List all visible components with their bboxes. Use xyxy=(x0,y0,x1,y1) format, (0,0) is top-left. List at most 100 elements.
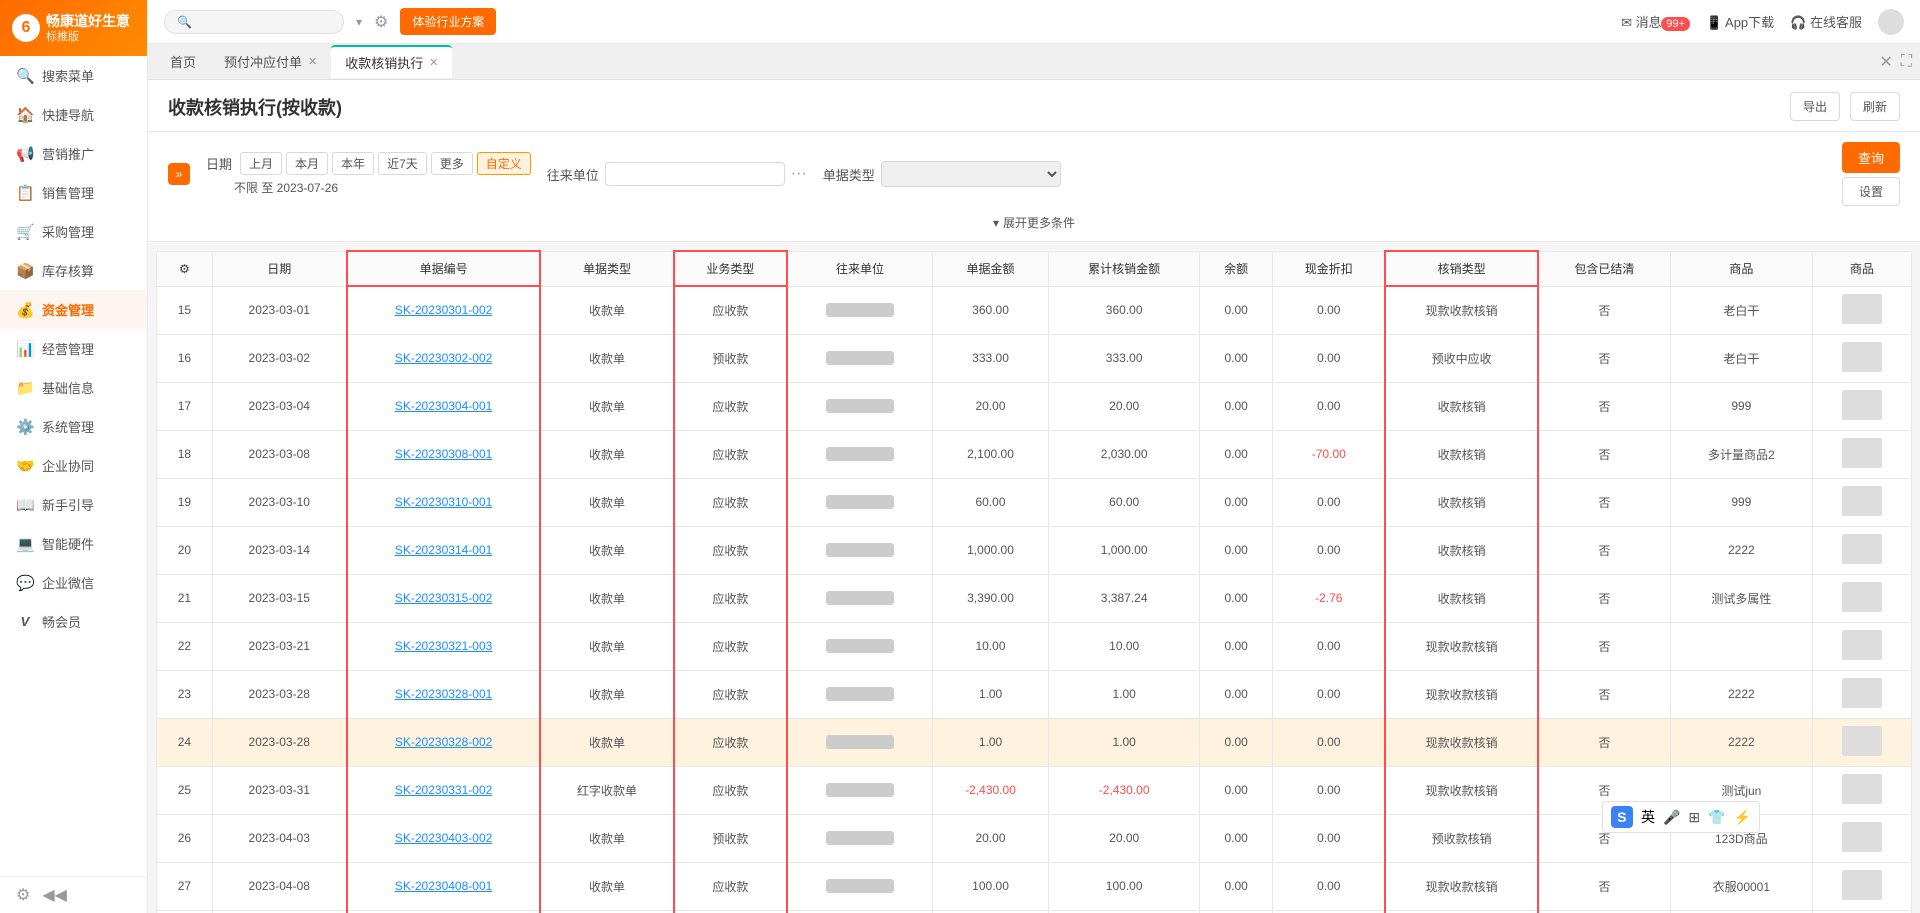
sidebar-item-operation[interactable]: 📊 经营管理 xyxy=(0,329,147,368)
row-balance: 0.00 xyxy=(1200,286,1273,334)
sidebar-logo: 6 畅康道好生意 标推版 xyxy=(0,0,147,56)
this-month-btn[interactable]: 本月 xyxy=(286,152,328,175)
table-row: 19 2023-03-10 SK-20230310-001 收款单 应收款 ██… xyxy=(157,478,1912,526)
row-written-off: 333.00 xyxy=(1049,334,1200,382)
row-bill-no: SK-20230310-001 xyxy=(347,478,541,526)
refresh-btn[interactable]: 刷新 xyxy=(1850,92,1900,121)
bill-no-link[interactable]: SK-20230328-001 xyxy=(395,687,492,701)
sidebar-item-member[interactable]: V 畅会员 xyxy=(0,602,147,641)
bill-no-link[interactable]: SK-20230301-002 xyxy=(395,303,492,317)
custom-btn[interactable]: 自定义 xyxy=(477,152,531,175)
row-incl: 否 xyxy=(1538,430,1670,478)
sidebar-item-hardware[interactable]: 💻 智能硬件 xyxy=(0,524,147,563)
bill-no-link[interactable]: SK-20230310-001 xyxy=(395,495,492,509)
tab-prepay[interactable]: 预付冲应付单 ✕ xyxy=(210,46,331,77)
sidebar-item-quick[interactable]: 🏠 快捷导航 xyxy=(0,95,147,134)
more-btn[interactable]: 更多 xyxy=(431,152,473,175)
row-num: 27 xyxy=(157,862,213,910)
tab-receipt-close[interactable]: ✕ xyxy=(429,56,438,69)
bill-no-link[interactable]: SK-20230331-002 xyxy=(395,783,492,797)
sidebar-item-system[interactable]: ⚙️ 系统管理 xyxy=(0,407,147,446)
bill-no-link[interactable]: SK-20230308-001 xyxy=(395,447,492,461)
finance-icon: 💰 xyxy=(16,301,34,319)
row-discount: 0.00 xyxy=(1273,862,1386,910)
row-balance: 0.00 xyxy=(1200,526,1273,574)
sidebar-item-wechat[interactable]: 💬 企业微信 xyxy=(0,563,147,602)
row-incl: 否 xyxy=(1538,286,1670,334)
bill-no-link[interactable]: SK-20230403-002 xyxy=(395,831,492,845)
filter-toggle-btn[interactable]: » xyxy=(168,163,190,185)
row-counterpart: ████████ xyxy=(787,334,932,382)
bill-no-link[interactable]: SK-20230302-002 xyxy=(395,351,492,365)
page-content: 收款核销执行(按收款) 导出 刷新 » 日期 上月 本月 xyxy=(148,80,1920,913)
row-goods2 xyxy=(1812,814,1911,862)
row-discount: 0.00 xyxy=(1273,670,1386,718)
row-amount: 20.00 xyxy=(932,382,1048,430)
sidebar-item-enterprise[interactable]: 🤝 企业协同 xyxy=(0,446,147,485)
bill-no-link[interactable]: SK-20230314-001 xyxy=(395,543,492,557)
tab-prepay-close[interactable]: ✕ xyxy=(308,55,317,68)
topbar-search[interactable]: 🔍 xyxy=(164,10,344,34)
row-goods2 xyxy=(1812,382,1911,430)
recent7-btn[interactable]: 近7天 xyxy=(378,152,427,175)
row-written-off: 1.00 xyxy=(1049,670,1200,718)
col-settings[interactable]: ⚙ xyxy=(157,251,213,286)
bill-no-link[interactable]: SK-20230408-001 xyxy=(395,879,492,893)
this-year-btn[interactable]: 本年 xyxy=(332,152,374,175)
industry-btn[interactable]: 体验行业方案 xyxy=(400,8,496,35)
user-avatar[interactable] xyxy=(1878,9,1904,35)
collapse-icon[interactable]: ◀◀ xyxy=(42,885,67,905)
sidebar-item-label: 企业协同 xyxy=(42,456,94,475)
settings-bottom-icon[interactable]: ⚙ xyxy=(16,885,30,905)
sidebar-item-inventory[interactable]: 📦 库存核算 xyxy=(0,251,147,290)
sidebar-item-search[interactable]: 🔍 搜索菜单 xyxy=(0,56,147,95)
expand-conditions-btn[interactable]: ▾ 展开更多条件 xyxy=(993,214,1075,231)
col-counterpart: 往来单位 xyxy=(787,251,932,286)
row-balance: 0.00 xyxy=(1200,670,1273,718)
messages-label[interactable]: ✉ 消息 99+ xyxy=(1621,12,1690,31)
expand-tab-icon[interactable]: ⛶ xyxy=(1901,53,1912,71)
row-counterpart: ████████ xyxy=(787,670,932,718)
sidebar-item-basic[interactable]: 📁 基础信息 xyxy=(0,368,147,407)
app-download-label[interactable]: 📱 App下载 xyxy=(1706,12,1774,31)
row-goods2 xyxy=(1812,574,1911,622)
export-btn[interactable]: 导出 xyxy=(1790,92,1840,121)
row-goods1: 2222 xyxy=(1670,670,1812,718)
sidebar-item-label: 经营管理 xyxy=(42,339,94,358)
close-tab-icon[interactable]: ✕ xyxy=(1879,52,1892,72)
bill-no-link[interactable]: SK-20230304-001 xyxy=(395,399,492,413)
topbar-gear-icon[interactable]: ⚙ xyxy=(374,12,388,32)
row-date: 2023-03-08 xyxy=(212,430,346,478)
row-counterpart: ████████ xyxy=(787,286,932,334)
logo-main: 畅康道好生意 xyxy=(46,12,130,30)
prev-month-btn[interactable]: 上月 xyxy=(240,152,282,175)
col-balance: 余额 xyxy=(1200,251,1273,286)
row-discount: 0.00 xyxy=(1273,718,1386,766)
row-goods1: 999 xyxy=(1670,382,1812,430)
bill-type-select[interactable] xyxy=(881,161,1061,187)
sidebar-item-guide[interactable]: 📖 新手引导 xyxy=(0,485,147,524)
sidebar-item-sales[interactable]: 📋 销售管理 xyxy=(0,173,147,212)
filter-settings-btn[interactable]: 设置 xyxy=(1842,177,1900,206)
row-counterpart: ████████ xyxy=(787,622,932,670)
row-amount: 1,000.00 xyxy=(932,526,1048,574)
row-incl: 否 xyxy=(1538,862,1670,910)
row-bill-type: 收款单 xyxy=(540,286,673,334)
bill-no-link[interactable]: SK-20230328-002 xyxy=(395,735,492,749)
counterpart-input[interactable] xyxy=(605,162,785,186)
tab-receipt[interactable]: 收款核销执行 ✕ xyxy=(331,45,452,78)
sidebar-item-marketing[interactable]: 📢 营销推广 xyxy=(0,134,147,173)
basic-icon: 📁 xyxy=(16,379,34,397)
topbar-chevron-icon[interactable]: ▾ xyxy=(356,15,362,29)
sidebar-item-purchase[interactable]: 🛒 采购管理 xyxy=(0,212,147,251)
row-incl: 否 xyxy=(1538,670,1670,718)
sidebar-item-finance[interactable]: 💰 资金管理 xyxy=(0,290,147,329)
bill-no-link[interactable]: SK-20230315-002 xyxy=(395,591,492,605)
online-service-label[interactable]: 🎧 在线客服 xyxy=(1790,12,1862,31)
message-icon: ✉ xyxy=(1621,15,1632,30)
query-btn[interactable]: 查询 xyxy=(1842,142,1900,173)
tab-home[interactable]: 首页 xyxy=(156,46,210,77)
bill-no-link[interactable]: SK-20230321-003 xyxy=(395,639,492,653)
col-goods2: 商品 xyxy=(1812,251,1911,286)
row-bill-type: 收款单 xyxy=(540,622,673,670)
